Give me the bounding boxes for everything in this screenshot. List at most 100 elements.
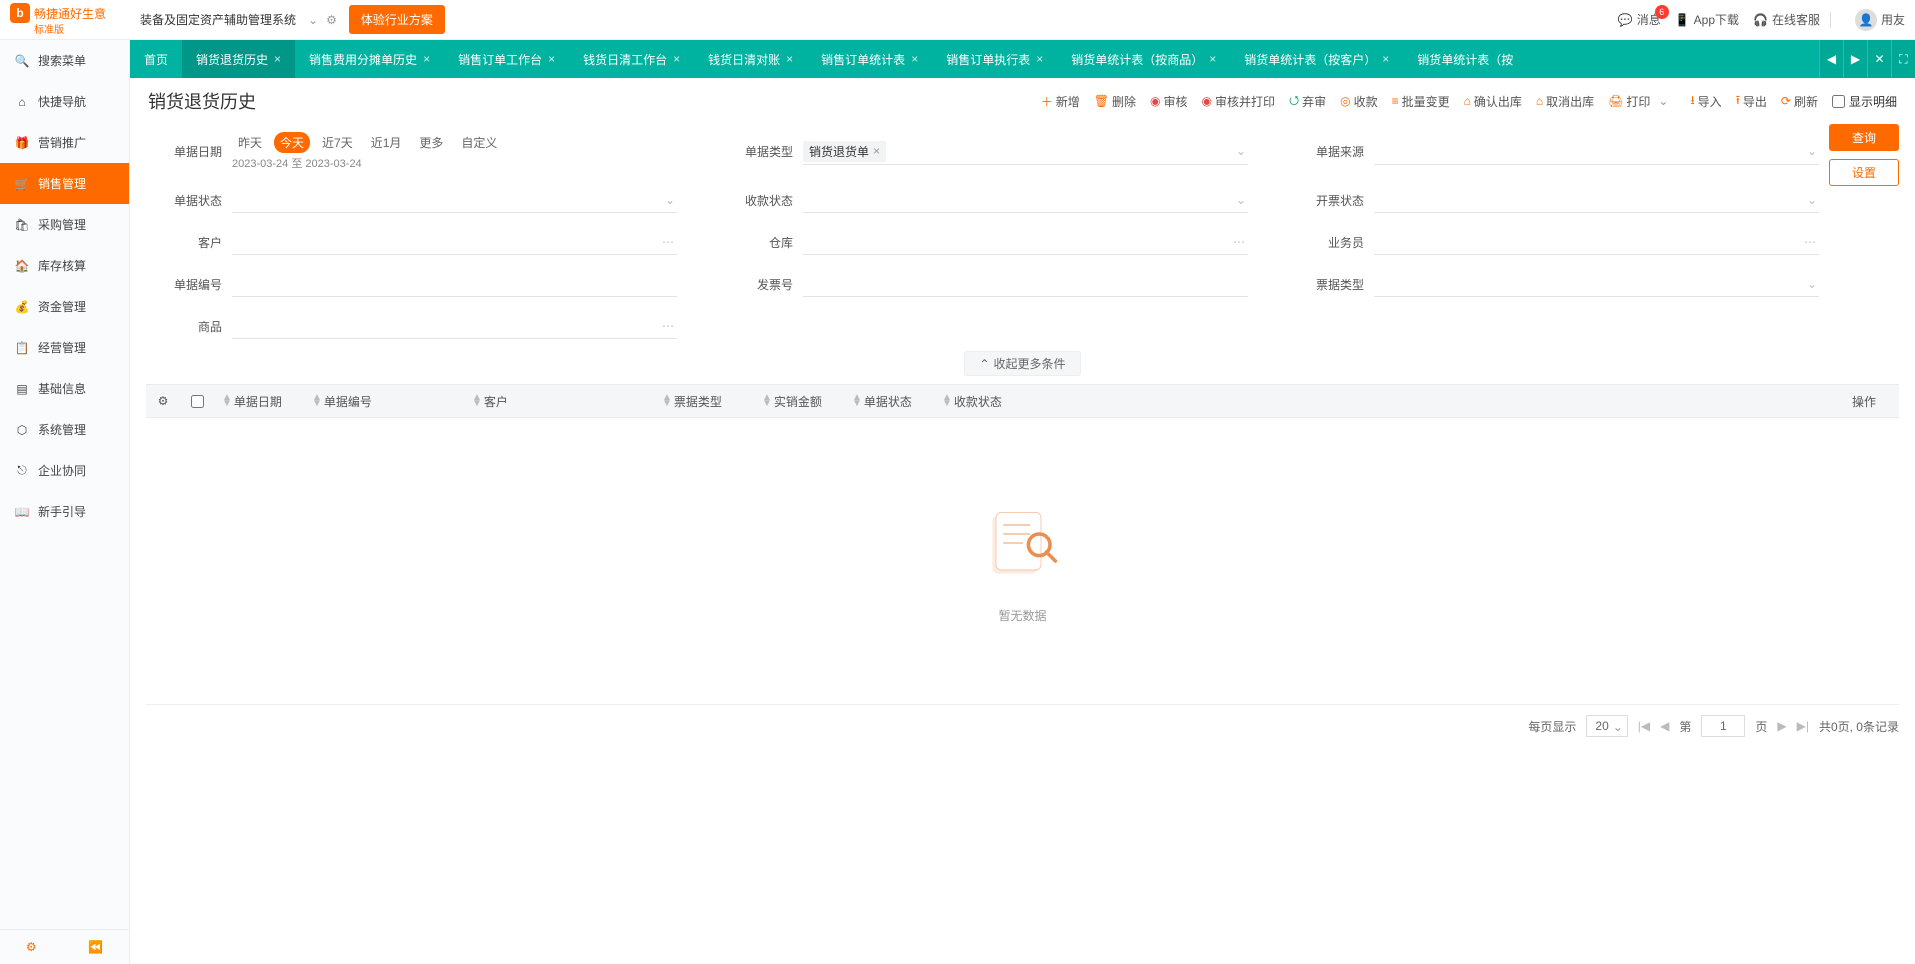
date-quick-custom[interactable]: 自定义 (455, 132, 503, 153)
chip-remove-icon[interactable]: × (873, 144, 880, 158)
sidebar-item-system[interactable]: ⬡系统管理 (0, 409, 129, 450)
audit-print-button[interactable]: ◉审核并打印 (1201, 93, 1275, 110)
tab-close-icon[interactable]: × (274, 52, 281, 66)
sidebar-item-purchase[interactable]: 🛍采购管理 (0, 204, 129, 245)
tabs-close-all[interactable]: ✕ (1867, 40, 1891, 78)
product-picker[interactable]: ⋯ (232, 313, 677, 339)
sidebar-item-inventory[interactable]: 🏠库存核算 (0, 245, 129, 286)
tab-close-icon[interactable]: × (786, 52, 793, 66)
tab-close-icon[interactable]: × (1036, 52, 1043, 66)
sidebar-item-collab[interactable]: ⎋企业协同 (0, 450, 129, 491)
tab[interactable]: 销货退货历史× (182, 40, 295, 78)
table-settings-button[interactable]: ⚙ (146, 394, 180, 408)
audit-button[interactable]: ◉审核 (1150, 93, 1188, 110)
col-no[interactable]: ▲▼单据编号 (304, 393, 464, 410)
pager-last[interactable]: ▶| (1797, 719, 1809, 733)
tab[interactable]: 钱货日清工作台× (569, 40, 694, 78)
messages-link[interactable]: 💬 消息 6 (1618, 11, 1661, 28)
sidebar-item-funds[interactable]: 💰资金管理 (0, 286, 129, 327)
date-quick-7d[interactable]: 近7天 (316, 132, 359, 153)
batch-change-button[interactable]: ≡批量变更 (1392, 93, 1450, 110)
date-quick-today[interactable]: 今天 (274, 132, 310, 153)
export-button[interactable]: ⭱导出 (1736, 91, 1767, 112)
org-settings-icon[interactable]: ⚙ (326, 13, 337, 27)
tab[interactable]: 销售订单统计表× (807, 40, 932, 78)
tabs-fullscreen[interactable]: ⛶ (1891, 40, 1915, 78)
page-size-select[interactable]: 20⌄ (1586, 715, 1627, 737)
tab-close-icon[interactable]: × (423, 52, 430, 66)
try-industry-button[interactable]: 体验行业方案 (349, 5, 445, 34)
date-quick-1m[interactable]: 近1月 (365, 132, 408, 153)
sidebar-item-marketing[interactable]: 🎁营销推广 (0, 122, 129, 163)
customer-service-link[interactable]: 🎧 在线客服 (1753, 11, 1820, 28)
voucher-src-select[interactable]: ⌄ (1374, 139, 1819, 165)
voucher-no-input[interactable] (232, 271, 677, 297)
warehouse-picker[interactable]: ⋯ (803, 229, 1248, 255)
collect-button[interactable]: ◎收款 (1340, 93, 1378, 110)
query-button[interactable]: 查询 (1829, 124, 1899, 151)
tab[interactable]: 销售订单工作台× (444, 40, 569, 78)
pager-next[interactable]: ▶ (1777, 719, 1786, 733)
tab[interactable]: 首页 (130, 40, 182, 78)
col-receipt[interactable]: ▲▼收款状态 (934, 393, 1024, 410)
app-download-link[interactable]: 📱 App下载 (1675, 11, 1739, 28)
tab[interactable]: 销货单统计表（按商品）× (1057, 40, 1230, 78)
date-quick-yesterday[interactable]: 昨天 (232, 132, 268, 153)
date-quick-more[interactable]: 更多 (413, 132, 449, 153)
tabs-scroll-right[interactable]: ▶ (1843, 40, 1867, 78)
show-detail-input[interactable] (1832, 95, 1845, 108)
invoice-no-input[interactable] (803, 271, 1248, 297)
cancel-out-button[interactable]: ⌂取消出库 (1536, 93, 1594, 110)
sidebar-item-sales[interactable]: 🛒销售管理 (0, 163, 129, 204)
col-status[interactable]: ▲▼单据状态 (844, 393, 934, 410)
tab[interactable]: 钱货日清对账× (694, 40, 807, 78)
select-all-input[interactable] (191, 395, 204, 408)
delete-button[interactable]: 🗑删除 (1094, 93, 1136, 110)
tab[interactable]: 销售订单执行表× (932, 40, 1057, 78)
col-ticket-type[interactable]: ▲▼票据类型 (654, 393, 754, 410)
tab[interactable]: 销货单统计表（按 (1403, 40, 1527, 78)
org-selector[interactable]: 装备及固定资产辅助管理系统 (140, 11, 300, 28)
ticket-type-select[interactable]: ⌄ (1374, 271, 1819, 297)
col-amount[interactable]: ▲▼实销金额 (754, 393, 844, 410)
page-input[interactable]: 1 (1701, 715, 1745, 737)
sidebar-collapse-icon[interactable]: ⏪ (88, 940, 103, 954)
salesman-picker[interactable]: ⋯ (1374, 229, 1819, 255)
tab[interactable]: 销售费用分摊单历史× (295, 40, 444, 78)
tab[interactable]: 销货单统计表（按客户）× (1230, 40, 1403, 78)
col-customer[interactable]: ▲▼客户 (464, 393, 654, 410)
voucher-status-select[interactable]: ⌄ (232, 187, 677, 213)
tab-close-icon[interactable]: × (1209, 52, 1216, 66)
filter-settings-button[interactable]: 设置 (1829, 159, 1899, 186)
select-all-checkbox[interactable] (180, 395, 214, 408)
tab-close-icon[interactable]: × (911, 52, 918, 66)
pager-first[interactable]: |◀ (1638, 719, 1650, 733)
customer-picker[interactable]: ⋯ (232, 229, 677, 255)
tab-close-icon[interactable]: × (548, 52, 555, 66)
print-button[interactable]: 🖨打印⌄ (1608, 93, 1676, 110)
user-name: 用友 (1881, 11, 1905, 28)
sidebar-item-basedata[interactable]: ▤基础信息 (0, 368, 129, 409)
invoice-status-select[interactable]: ⌄ (1374, 187, 1819, 213)
discard-button[interactable]: ⭯弃审 (1289, 91, 1326, 112)
sidebar-item-guide[interactable]: 📖新手引导 (0, 491, 129, 532)
show-detail-checkbox[interactable]: 显示明细 (1832, 93, 1897, 110)
pager-prev[interactable]: ◀ (1660, 719, 1669, 733)
confirm-out-button[interactable]: ⌂确认出库 (1464, 93, 1522, 110)
user-menu[interactable]: 👤 用友 (1855, 9, 1905, 31)
sidebar-item-operation[interactable]: 📋经营管理 (0, 327, 129, 368)
tabs-scroll-left[interactable]: ◀ (1819, 40, 1843, 78)
sidebar-item-label: 经营管理 (38, 339, 86, 356)
refresh-button[interactable]: ⟳刷新 (1781, 93, 1818, 110)
sidebar-settings-icon[interactable]: ⚙ (26, 940, 37, 954)
add-button[interactable]: ＋新增 (1041, 93, 1080, 110)
import-button[interactable]: ⭳导入 (1690, 91, 1721, 112)
voucher-type-select[interactable]: 销货退货单× ⌄ (803, 139, 1248, 165)
receipt-status-select[interactable]: ⌄ (803, 187, 1248, 213)
tab-close-icon[interactable]: × (1382, 52, 1389, 66)
col-date[interactable]: ▲▼单据日期 (214, 393, 304, 410)
tab-close-icon[interactable]: × (673, 52, 680, 66)
sidebar-item-quicknav[interactable]: ⌂快捷导航 (0, 81, 129, 122)
sidebar-item-search[interactable]: 🔍搜索菜单 (0, 40, 129, 81)
collapse-filters-toggle[interactable]: ⌃收起更多条件 (964, 351, 1080, 376)
